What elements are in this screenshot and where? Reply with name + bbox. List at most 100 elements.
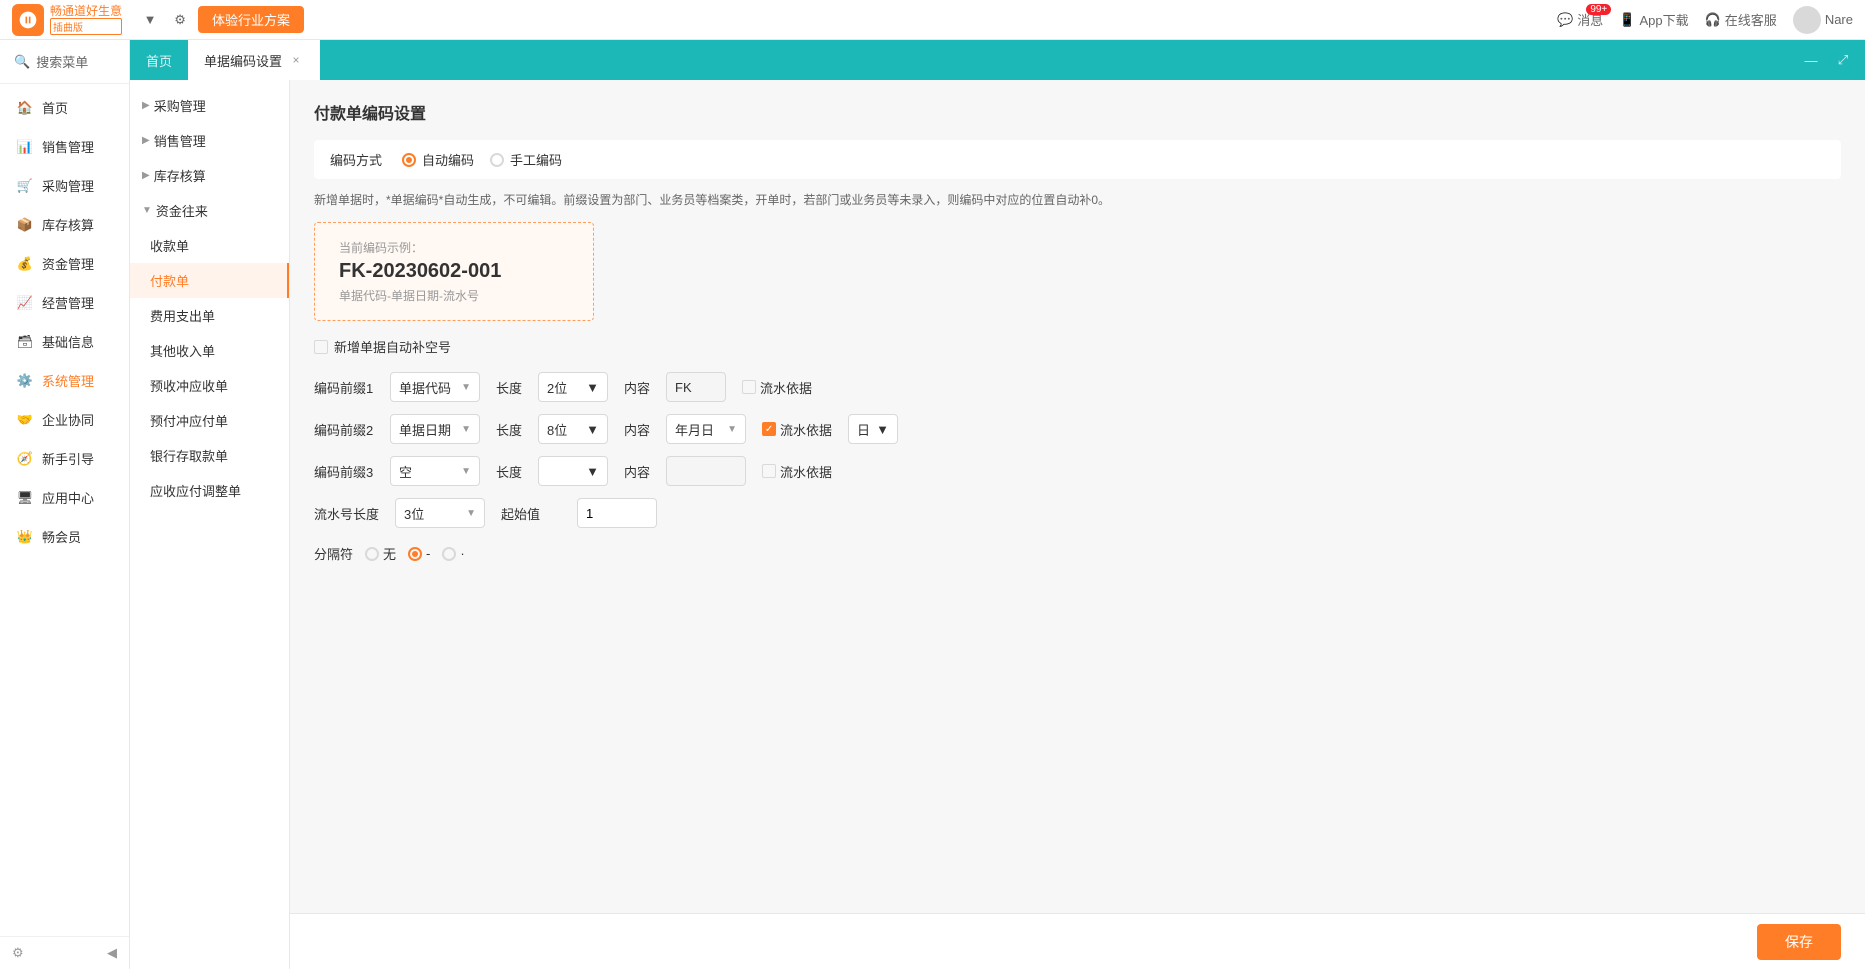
- settings-btn[interactable]: ⚙: [166, 6, 194, 34]
- code-preview-box: 当前编码示例： FK-20230602-001 单据代码-单据日期-流水号: [314, 222, 594, 321]
- info-text: 新增单据时，*单据编码*自动生成，不可编辑。前缀设置为部门、业务员等档案类，开单…: [314, 191, 1841, 210]
- experience-btn[interactable]: 体验行业方案: [198, 6, 304, 33]
- tab-maximize-btn[interactable]: ⤢: [1829, 46, 1857, 74]
- tab-home-label: 首页: [146, 51, 172, 70]
- config-row1-label: 编码前缀1: [314, 378, 374, 397]
- purchase-icon: 🛒: [16, 177, 34, 195]
- avatar: [1793, 6, 1821, 34]
- sub-sidebar-group-purchase-title[interactable]: ▶ 采购管理: [130, 88, 289, 123]
- chevron-down-icon4: ▼: [586, 422, 599, 437]
- stream-checkbox-label3: 流水依据: [780, 462, 832, 481]
- sales-icon: 📊: [16, 138, 34, 156]
- sub-sidebar-item-adjust[interactable]: 应收应付调整单: [130, 473, 289, 508]
- tab-coding-settings[interactable]: 单据编码设置 ×: [188, 40, 320, 80]
- config-row1-prefix-select[interactable]: 单据代码 ▼: [390, 372, 480, 402]
- sub-sidebar-item-prepay-pay[interactable]: 预付冲应付单: [130, 403, 289, 438]
- stream-checkbox-box1[interactable]: [742, 380, 756, 394]
- start-value-input[interactable]: [577, 498, 657, 528]
- content-footer: 保存: [290, 913, 1865, 969]
- search-menu-btn[interactable]: 🔍 搜索菜单: [8, 48, 121, 75]
- settings-bottom-btn[interactable]: ⚙: [12, 945, 24, 961]
- arrow-down-icon: ▼: [142, 205, 152, 216]
- config-row1-stream-check[interactable]: 流水依据: [742, 378, 812, 397]
- sidebar-item-cooperation[interactable]: 🤝 企业协同: [0, 400, 129, 439]
- sidebar-item-management[interactable]: 📈 经营管理: [0, 283, 129, 322]
- config-row1-length-select[interactable]: 2位 ▼: [538, 372, 608, 402]
- app-download-btn[interactable]: 📱 App下载: [1619, 10, 1688, 29]
- chevron-down-icon6: ▼: [876, 422, 889, 437]
- sidebar-item-sales[interactable]: 📊 销售管理: [0, 127, 129, 166]
- nav-dropdown-btn[interactable]: ▼: [138, 8, 162, 32]
- sidebar-item-member[interactable]: 👑 畅会员: [0, 517, 129, 556]
- config-row1-prefix-value: 单据代码: [399, 378, 451, 397]
- sep-dot-radio[interactable]: -: [408, 546, 430, 561]
- config-row2-prefix-select[interactable]: 单据日期 ▼: [390, 414, 480, 444]
- config-row2-label: 编码前缀2: [314, 420, 374, 439]
- sub-sidebar-group-inventory-title[interactable]: ▶ 库存核算: [130, 158, 289, 193]
- auto-fill-checkbox[interactable]: [314, 340, 328, 354]
- logo: 畅通道好生意 插曲版: [12, 4, 122, 36]
- chevron-down-icon9: ▼: [466, 508, 476, 519]
- separator-row: 分隔符 无 - ·: [314, 544, 1841, 563]
- serial-length-select[interactable]: 3位 ▼: [395, 498, 485, 528]
- sidebar-item-finance[interactable]: 💰 资金管理: [0, 244, 129, 283]
- online-service-btn[interactable]: 🎧 在线客服: [1705, 10, 1777, 29]
- sub-sidebar-item-receipt[interactable]: 收款单: [130, 228, 289, 263]
- message-icon: 💬: [1557, 12, 1573, 28]
- sub-sidebar-group-purchase: ▶ 采购管理: [130, 88, 289, 123]
- sidebar-items: 🏠 首页 📊 销售管理 🛒 采购管理 📦 库存核算 💰 资金管理 📈 经: [0, 84, 129, 936]
- tab-close-btn[interactable]: ×: [288, 52, 304, 68]
- config-row3-prefix-select[interactable]: 空 ▼: [390, 456, 480, 486]
- serial-row: 流水号长度 3位 ▼ 起始值: [314, 498, 1841, 528]
- sep-none-radio[interactable]: 无: [365, 544, 396, 563]
- save-button[interactable]: 保存: [1757, 924, 1841, 960]
- code-preview-value: FK-20230602-001: [339, 260, 569, 283]
- config-row2-content-label: 内容: [624, 420, 650, 439]
- sidebar-item-basic-info[interactable]: 🗃 基础信息: [0, 322, 129, 361]
- config-row1-content-value: FK: [666, 372, 726, 402]
- sub-sidebar-item-other-income[interactable]: 其他收入单: [130, 333, 289, 368]
- config-row3-label: 编码前缀3: [314, 462, 374, 481]
- config-row3-stream-check[interactable]: 流水依据: [762, 462, 832, 481]
- sidebar-item-inventory[interactable]: 📦 库存核算: [0, 205, 129, 244]
- sidebar-item-appstore[interactable]: 🖥 应用中心: [0, 478, 129, 517]
- auto-code-radio[interactable]: 自动编码: [402, 150, 474, 169]
- config-row2-stream-select[interactable]: 日 ▼: [848, 414, 898, 444]
- chevron-down-icon3: ▼: [461, 424, 471, 435]
- config-row3-length-select[interactable]: ▼: [538, 456, 608, 486]
- manual-code-radio-circle: [490, 153, 504, 167]
- sidebar-item-guide[interactable]: 🧭 新手引导: [0, 439, 129, 478]
- sub-sidebar-item-payment[interactable]: 付款单: [130, 263, 289, 298]
- user-menu[interactable]: Nare: [1793, 6, 1853, 34]
- tab-minimize-btn[interactable]: —: [1797, 46, 1825, 74]
- message-btn[interactable]: 💬 消息 99+: [1557, 10, 1603, 29]
- sidebar-item-purchase[interactable]: 🛒 采购管理: [0, 166, 129, 205]
- manual-code-radio[interactable]: 手工编码: [490, 150, 562, 169]
- tab-home[interactable]: 首页: [130, 40, 188, 80]
- sub-sidebar-item-prepay-receive[interactable]: 预收冲应收单: [130, 368, 289, 403]
- sidebar-item-label-inventory: 库存核算: [42, 215, 94, 234]
- config-row2-content-select[interactable]: 年月日 ▼: [666, 414, 746, 444]
- sub-sidebar-item-bank[interactable]: 银行存取款单: [130, 438, 289, 473]
- sidebar-item-home[interactable]: 🏠 首页: [0, 88, 129, 127]
- config-row3-prefix-value: 空: [399, 462, 412, 481]
- sidebar-item-system[interactable]: ⚙️ 系统管理: [0, 361, 129, 400]
- collapse-sidebar-btn[interactable]: ◀: [107, 945, 117, 961]
- config-row2-length-label: 长度: [496, 420, 522, 439]
- chevron-down-icon8: ▼: [586, 464, 599, 479]
- config-row2-length-select[interactable]: 8位 ▼: [538, 414, 608, 444]
- sub-sidebar-group-fund-title[interactable]: ▼ 资金往来: [130, 193, 289, 228]
- stream-checkbox-box3[interactable]: [762, 464, 776, 478]
- online-service-label: 在线客服: [1725, 10, 1777, 29]
- sub-sidebar-group-sales-title[interactable]: ▶ 销售管理: [130, 123, 289, 158]
- headset-icon: 🎧: [1705, 12, 1721, 28]
- auto-fill-checkbox-row[interactable]: 新增单据自动补空号: [314, 337, 1841, 356]
- sep-dot2-radio[interactable]: ·: [442, 546, 464, 561]
- top-bar-nav: ▼ ⚙ 体验行业方案: [138, 6, 304, 34]
- stream-checkbox-label1: 流水依据: [760, 378, 812, 397]
- sub-sidebar-item-expense[interactable]: 费用支出单: [130, 298, 289, 333]
- config-row2-stream-check[interactable]: 流水依据: [762, 420, 832, 439]
- stream-checkbox-box2[interactable]: [762, 422, 776, 436]
- config-row3-length-label: 长度: [496, 462, 522, 481]
- sidebar-item-label-sales: 销售管理: [42, 137, 94, 156]
